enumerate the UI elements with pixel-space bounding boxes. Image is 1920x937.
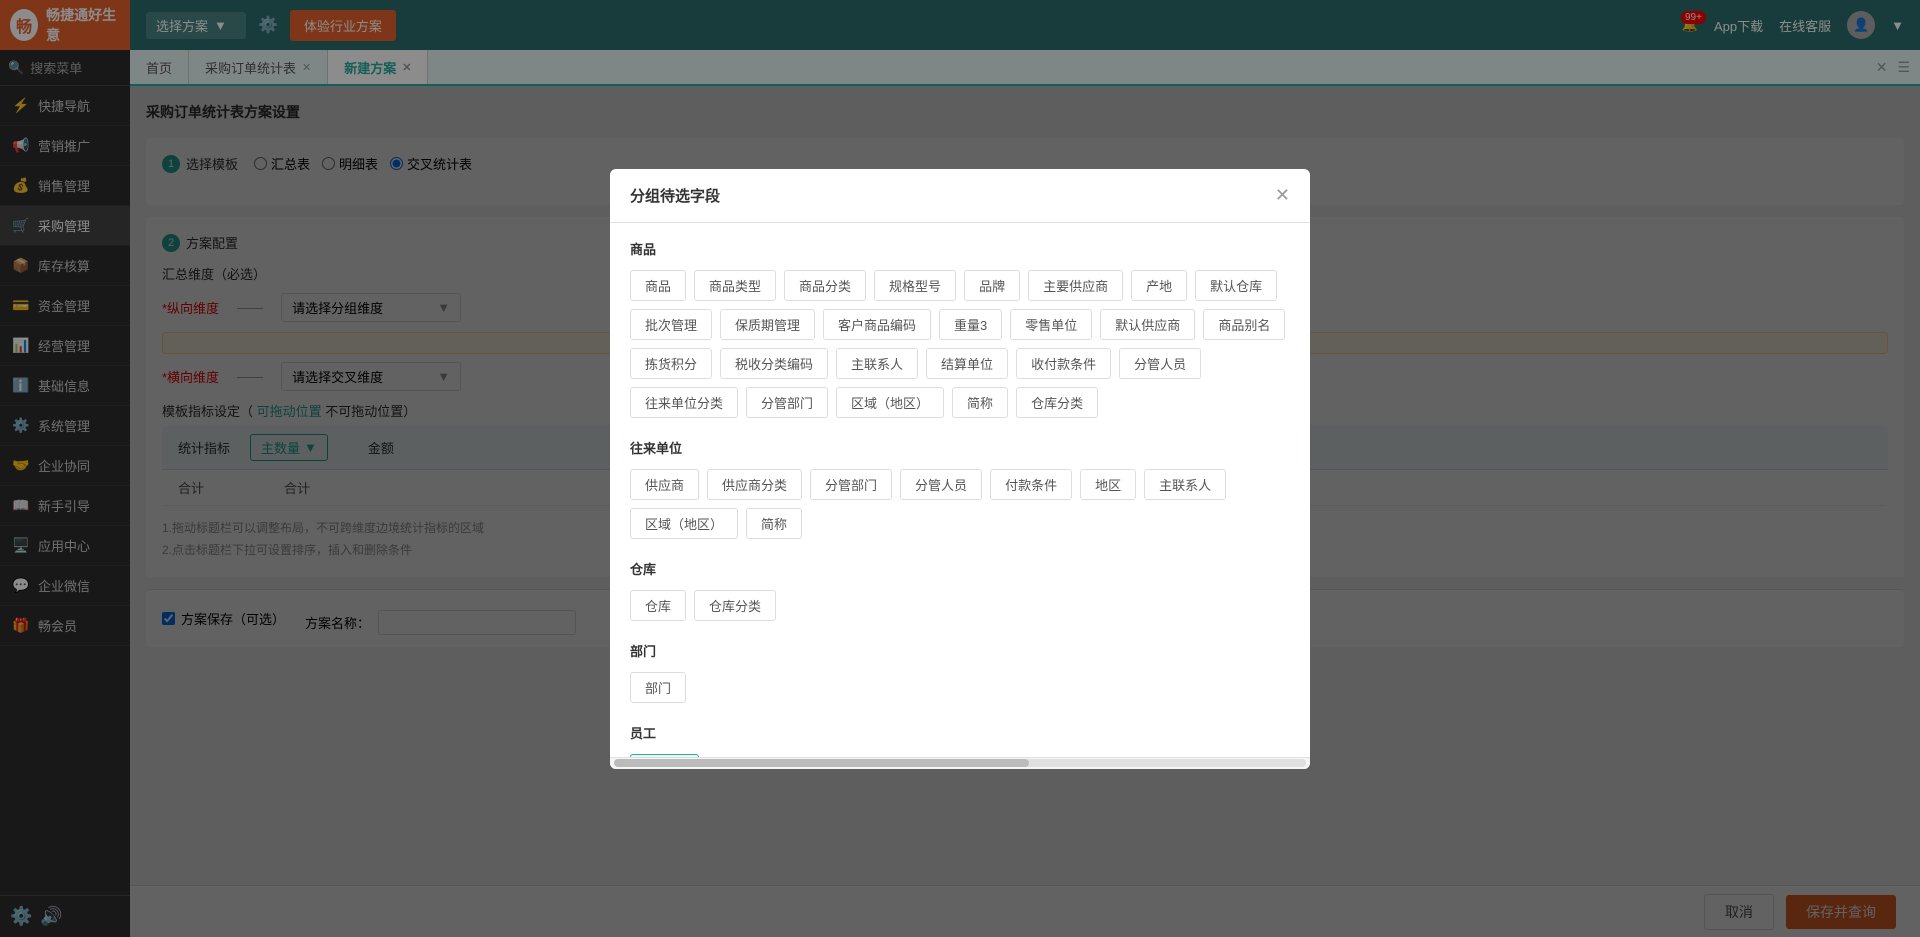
field-tag-0-14[interactable]: 商品别名 xyxy=(1203,309,1285,340)
field-tag-1-6[interactable]: 主联系人 xyxy=(1144,469,1226,500)
modal-header: 分组待选字段 ✕ xyxy=(610,169,1310,223)
modal-dialog: 分组待选字段 ✕ 商品商品商品类型商品分类规格型号品牌主要供应商产地默认仓库批次… xyxy=(610,169,1310,769)
field-tag-0-7[interactable]: 默认仓库 xyxy=(1195,270,1277,301)
field-tag-1-7[interactable]: 区域（地区） xyxy=(630,508,738,539)
field-tag-3-0[interactable]: 部门 xyxy=(630,672,686,703)
modal-section-title-0: 商品 xyxy=(630,239,1290,258)
modal-bottom-scrollbar xyxy=(610,757,1310,768)
field-tag-1-1[interactable]: 供应商分类 xyxy=(707,469,802,500)
field-tag-0-8[interactable]: 批次管理 xyxy=(630,309,712,340)
modal-section-title-1: 往来单位 xyxy=(630,438,1290,457)
field-tag-0-4[interactable]: 品牌 xyxy=(964,270,1020,301)
field-tag-0-17[interactable]: 主联系人 xyxy=(836,348,918,379)
field-tag-0-25[interactable]: 仓库分类 xyxy=(1016,387,1098,418)
field-tag-1-2[interactable]: 分管部门 xyxy=(810,469,892,500)
field-tag-1-3[interactable]: 分管人员 xyxy=(900,469,982,500)
field-tag-0-23[interactable]: 区域（地区） xyxy=(836,387,944,418)
scrollbar-thumb xyxy=(614,759,1029,767)
field-tag-0-1[interactable]: 商品类型 xyxy=(694,270,776,301)
horizontal-scrollbar[interactable] xyxy=(614,759,1306,767)
field-tag-0-22[interactable]: 分管部门 xyxy=(746,387,828,418)
field-tag-2-0[interactable]: 仓库 xyxy=(630,590,686,621)
field-tag-0-3[interactable]: 规格型号 xyxy=(874,270,956,301)
field-tag-1-8[interactable]: 简称 xyxy=(746,508,802,539)
modal-section-2: 仓库仓库仓库分类 xyxy=(630,559,1290,621)
field-tag-0-5[interactable]: 主要供应商 xyxy=(1028,270,1123,301)
field-tag-1-0[interactable]: 供应商 xyxy=(630,469,699,500)
field-tag-1-5[interactable]: 地区 xyxy=(1080,469,1136,500)
field-tag-0-18[interactable]: 结算单位 xyxy=(926,348,1008,379)
field-tag-2-1[interactable]: 仓库分类 xyxy=(694,590,776,621)
field-tag-0-2[interactable]: 商品分类 xyxy=(784,270,866,301)
field-tag-0-9[interactable]: 保质期管理 xyxy=(720,309,815,340)
field-tag-0-11[interactable]: 重量3 xyxy=(939,309,1002,340)
field-tag-0-20[interactable]: 分管人员 xyxy=(1119,348,1201,379)
field-tag-0-0[interactable]: 商品 xyxy=(630,270,686,301)
modal-section-tags-0: 商品商品类型商品分类规格型号品牌主要供应商产地默认仓库批次管理保质期管理客户商品… xyxy=(630,270,1290,418)
field-tag-0-13[interactable]: 默认供应商 xyxy=(1100,309,1195,340)
modal-section-title-4: 员工 xyxy=(630,723,1290,742)
modal-section-3: 部门部门 xyxy=(630,641,1290,703)
modal-section-title-3: 部门 xyxy=(630,641,1290,660)
field-tag-0-10[interactable]: 客户商品编码 xyxy=(823,309,931,340)
modal-section-tags-1: 供应商供应商分类分管部门分管人员付款条件地区主联系人区域（地区） 简称 xyxy=(630,469,1290,539)
field-tag-0-15[interactable]: 拣货积分 xyxy=(630,348,712,379)
field-tag-0-16[interactable]: 税收分类编码 xyxy=(720,348,828,379)
modal-close-button[interactable]: ✕ xyxy=(1275,185,1290,206)
field-tag-0-21[interactable]: 往来单位分类 xyxy=(630,387,738,418)
field-tag-0-6[interactable]: 产地 xyxy=(1131,270,1187,301)
modal-section-tags-3: 部门 xyxy=(630,672,1290,703)
field-tag-1-4[interactable]: 付款条件 xyxy=(990,469,1072,500)
modal-section-0: 商品商品商品类型商品分类规格型号品牌主要供应商产地默认仓库批次管理保质期管理客户… xyxy=(630,239,1290,418)
field-tag-0-19[interactable]: 收付款条件 xyxy=(1016,348,1111,379)
modal-section-4: 员工业务员 xyxy=(630,723,1290,758)
modal-section-title-2: 仓库 xyxy=(630,559,1290,578)
field-tag-0-24[interactable]: 简称 xyxy=(952,387,1008,418)
modal-title: 分组待选字段 xyxy=(630,185,720,206)
modal-section-1: 往来单位供应商供应商分类分管部门分管人员付款条件地区主联系人区域（地区） 简称 xyxy=(630,438,1290,539)
modal-section-tags-2: 仓库仓库分类 xyxy=(630,590,1290,621)
modal-body[interactable]: 商品商品商品类型商品分类规格型号品牌主要供应商产地默认仓库批次管理保质期管理客户… xyxy=(610,223,1310,758)
field-tag-0-12[interactable]: 零售单位 xyxy=(1010,309,1092,340)
